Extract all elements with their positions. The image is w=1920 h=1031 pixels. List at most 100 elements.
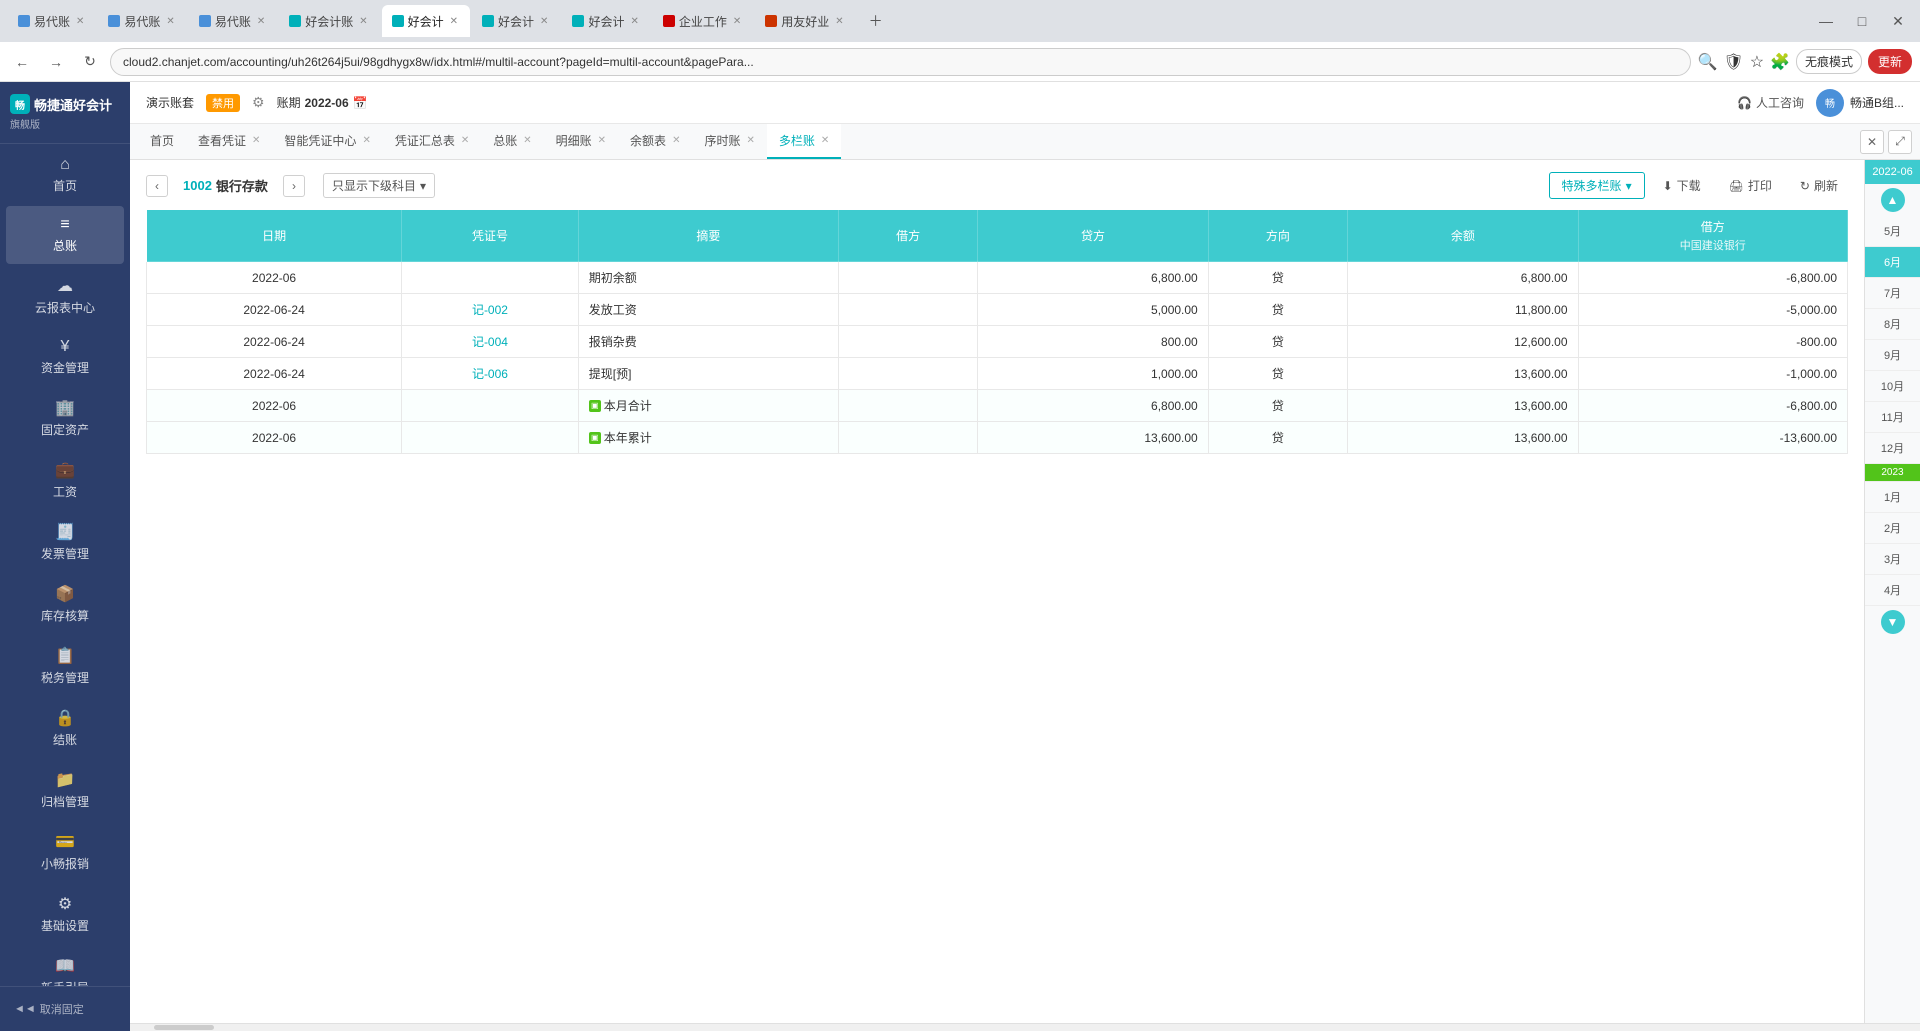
tab-close-detail-ledger[interactable]: ✕	[598, 135, 606, 146]
new-tab-button[interactable]: ＋	[862, 7, 890, 35]
sidebar-item-archive[interactable]: 📁 归档管理	[6, 760, 124, 820]
cal-month-jul[interactable]: 7月	[1865, 278, 1920, 309]
minimize-button[interactable]: —	[1812, 7, 1840, 35]
cal-month-nov[interactable]: 11月	[1865, 402, 1920, 433]
sidebar-item-inventory[interactable]: 📦 库存核算	[6, 574, 124, 634]
cal-month-aug[interactable]: 8月	[1865, 309, 1920, 340]
tab-close-7[interactable]: ✕	[628, 14, 640, 29]
prev-account-button[interactable]: ‹	[146, 175, 168, 197]
cal-month-jun[interactable]: 6月	[1865, 247, 1920, 278]
tab-close-8[interactable]: ✕	[731, 14, 743, 29]
browser-tab-5-active[interactable]: 好会计 ✕	[382, 5, 470, 37]
tab-close-voucher-summary[interactable]: ✕	[461, 135, 469, 146]
sidebar-item-invoice[interactable]: 🧾 发票管理	[6, 512, 124, 572]
settings-icon-btn[interactable]: ⚙	[252, 94, 265, 111]
cal-month-jan[interactable]: 1月	[1865, 482, 1920, 513]
close-panel-button[interactable]: ✕	[1860, 130, 1884, 154]
tab-ledger[interactable]: 总账 ✕	[481, 124, 543, 159]
tab-multi-column[interactable]: 多栏账 ✕	[767, 124, 841, 159]
browser-tab-1[interactable]: 易代账 ✕	[8, 5, 96, 37]
tab-close-5[interactable]: ✕	[448, 14, 460, 29]
cal-month-apr[interactable]: 4月	[1865, 575, 1920, 606]
tab-close-smart-voucher[interactable]: ✕	[362, 135, 370, 146]
cal-month-sep[interactable]: 9月	[1865, 340, 1920, 371]
sidebar-item-funds[interactable]: ¥ 资金管理	[6, 328, 124, 386]
sidebar-item-settings[interactable]: ⚙ 基础设置	[6, 884, 124, 944]
close-window-button[interactable]: ✕	[1884, 7, 1912, 35]
user-avatar[interactable]: 畅	[1816, 89, 1844, 117]
tab-balance-table[interactable]: 余额表 ✕	[618, 124, 692, 159]
horizontal-scrollbar[interactable]	[154, 1025, 214, 1030]
pin-button[interactable]: ◄◄ 取消固定	[8, 995, 122, 1023]
tab-close-voucher-view[interactable]: ✕	[252, 135, 260, 146]
forward-button[interactable]: →	[42, 48, 70, 76]
extensions-icon[interactable]: 🧩	[1770, 52, 1790, 72]
cal-down-button[interactable]: ▼	[1881, 610, 1905, 634]
cell-voucher-3[interactable]: 记-006	[402, 358, 579, 390]
expand-panel-button[interactable]: ⤢	[1888, 130, 1912, 154]
tab-close-2[interactable]: ✕	[164, 14, 176, 29]
cal-up-button[interactable]: ▲	[1881, 188, 1905, 212]
browser-tab-4[interactable]: 好会计账 ✕	[279, 5, 379, 37]
special-multicolumn-button[interactable]: 特殊多栏账 ▾	[1549, 172, 1645, 199]
tab-detail-ledger[interactable]: 明细账 ✕	[544, 124, 618, 159]
back-button[interactable]: ←	[8, 48, 36, 76]
cell-voucher-1[interactable]: 记-002	[402, 294, 579, 326]
sidebar-item-expense[interactable]: 💳 小畅报销	[6, 822, 124, 882]
shield-icon[interactable]: 🛡	[1723, 52, 1743, 72]
sidebar-item-assets[interactable]: 🏢 固定资产	[6, 388, 124, 448]
address-input[interactable]	[110, 48, 1691, 76]
tab-voucher-summary[interactable]: 凭证汇总表 ✕	[383, 124, 481, 159]
tab-sequence-ledger[interactable]: 序时账 ✕	[692, 124, 766, 159]
account-status-badge[interactable]: 禁用	[206, 94, 240, 112]
browser-tab-2[interactable]: 易代账 ✕	[98, 5, 186, 37]
sidebar-item-guide[interactable]: 📖 新手引导	[6, 946, 124, 986]
cell-summary-1: 发放工资	[578, 294, 838, 326]
cal-month-feb[interactable]: 2月	[1865, 513, 1920, 544]
scrollbar-area[interactable]	[130, 1023, 1920, 1031]
reload-button[interactable]: ↻	[76, 48, 104, 76]
cell-dir-3: 贷	[1208, 358, 1347, 390]
incognito-btn[interactable]: 无痕模式	[1796, 49, 1862, 74]
tab-voucher-view[interactable]: 查看凭证 ✕	[186, 124, 272, 159]
search-icon[interactable]: 🔍	[1697, 52, 1717, 72]
tab-close-4[interactable]: ✕	[357, 14, 369, 29]
tab-close-sequence-ledger[interactable]: ✕	[746, 135, 754, 146]
consult-button[interactable]: 🎧 人工咨询	[1737, 94, 1804, 111]
refresh-button[interactable]: ↻ 刷新	[1790, 173, 1848, 198]
cell-voucher-2[interactable]: 记-004	[402, 326, 579, 358]
browser-tab-7[interactable]: 好会计 ✕	[562, 5, 650, 37]
sidebar-item-tax[interactable]: 📋 税务管理	[6, 636, 124, 696]
tab-close-3[interactable]: ✕	[255, 14, 267, 29]
maximize-button[interactable]: □	[1848, 7, 1876, 35]
account-selector[interactable]: 1002 银行存款	[174, 173, 277, 198]
tab-close-ledger[interactable]: ✕	[523, 135, 531, 146]
next-account-button[interactable]: ›	[283, 175, 305, 197]
browser-tab-6[interactable]: 好会计 ✕	[472, 5, 560, 37]
tab-close-1[interactable]: ✕	[74, 14, 86, 29]
calendar-icon[interactable]: 📅	[353, 96, 368, 110]
sidebar-item-close[interactable]: 🔒 结账	[6, 698, 124, 758]
sidebar-item-payroll[interactable]: 💼 工资	[6, 450, 124, 510]
cal-month-may[interactable]: 5月	[1865, 216, 1920, 247]
browser-tab-8[interactable]: 企业工作 ✕	[653, 5, 753, 37]
cal-month-mar[interactable]: 3月	[1865, 544, 1920, 575]
tab-close-multi-column[interactable]: ✕	[821, 135, 829, 146]
browser-tab-3[interactable]: 易代账 ✕	[189, 5, 277, 37]
browser-tab-9[interactable]: 用友好业 ✕	[755, 5, 855, 37]
sidebar-item-ledger[interactable]: ≡ 总账	[6, 206, 124, 264]
sidebar-item-reports[interactable]: ☁ 云报表中心	[6, 266, 124, 326]
sidebar-item-home[interactable]: ⌂ 首页	[6, 146, 124, 204]
cal-month-oct[interactable]: 10月	[1865, 371, 1920, 402]
print-button[interactable]: 🖨 打印	[1719, 173, 1782, 198]
download-button[interactable]: ⬇ 下载	[1653, 173, 1711, 198]
tab-close-6[interactable]: ✕	[538, 14, 550, 29]
filter-dropdown[interactable]: 只显示下级科目 ▾	[323, 173, 435, 198]
tab-close-balance-table[interactable]: ✕	[672, 135, 680, 146]
tab-smart-voucher[interactable]: 智能凭证中心 ✕	[272, 124, 382, 159]
cal-month-dec[interactable]: 12月	[1865, 433, 1920, 464]
tab-home[interactable]: 首页	[138, 124, 186, 159]
star-icon[interactable]: ☆	[1750, 52, 1764, 72]
tab-close-9[interactable]: ✕	[833, 14, 845, 29]
update-button[interactable]: 更新	[1868, 49, 1912, 74]
